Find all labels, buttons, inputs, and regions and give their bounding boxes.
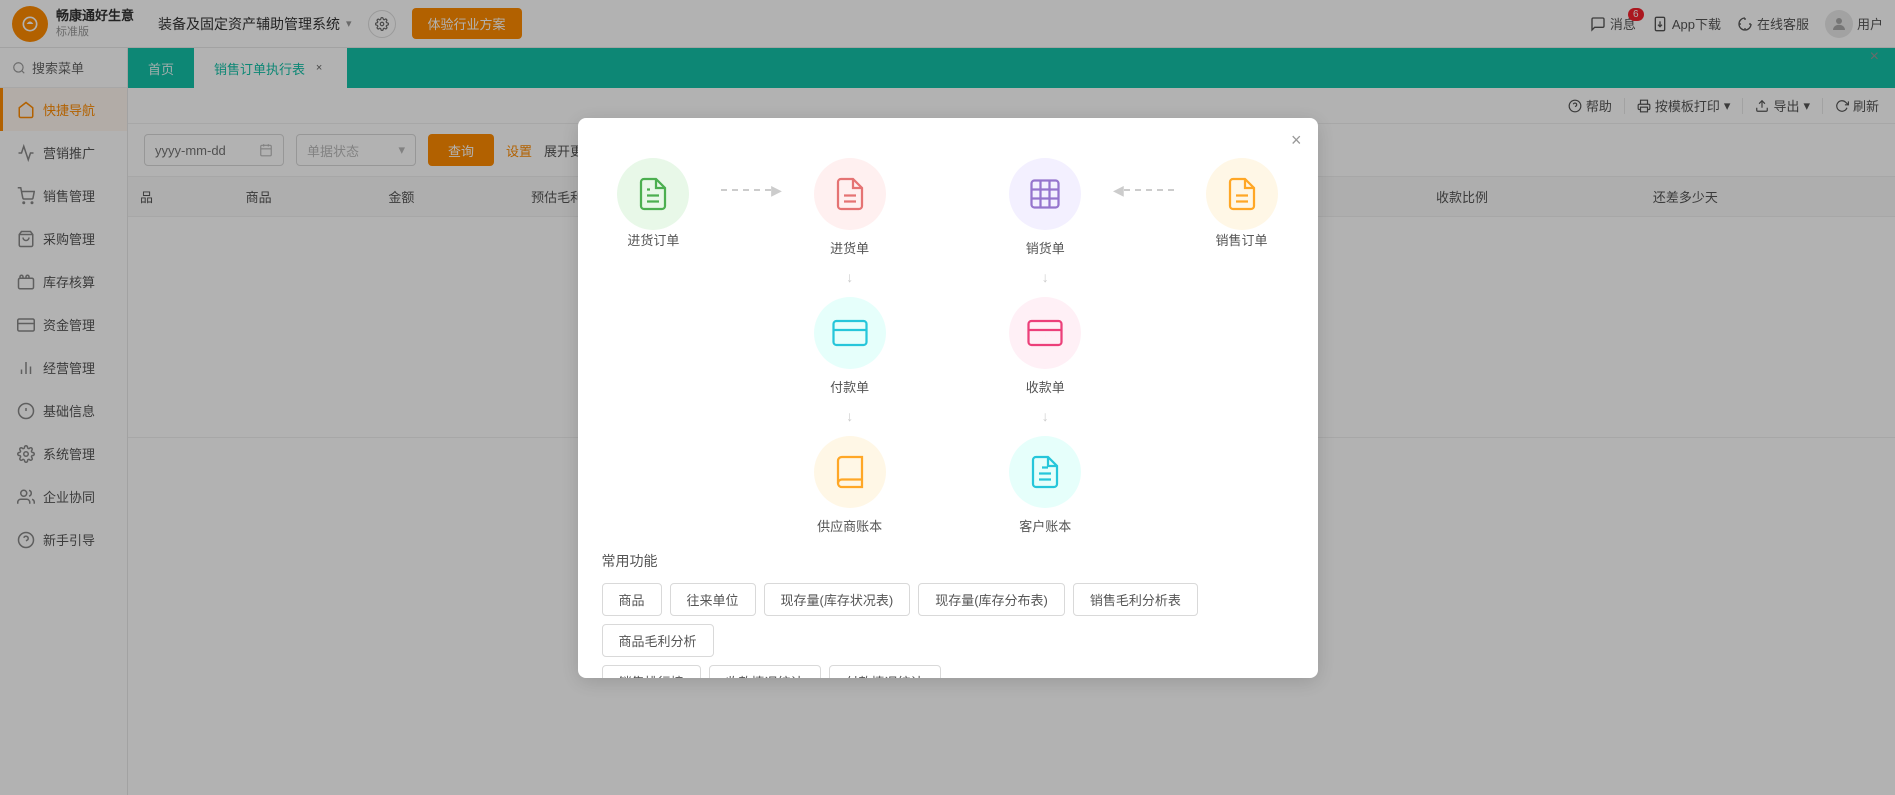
customer-ledger-label: 客户账本 bbox=[1019, 516, 1071, 535]
flow-node-receipt: 收款单 bbox=[1009, 297, 1081, 396]
func-btn-stock-status[interactable]: 现存量(库存状况表) bbox=[764, 583, 911, 616]
arrow-purchase-order-to-bill: ▶ bbox=[721, 182, 782, 199]
common-funcs-title: 常用功能 bbox=[602, 551, 1294, 571]
common-funcs-section: 常用功能 商品 往来单位 现存量(库存状况表) 现存量(库存分布表) 销售毛利分… bbox=[602, 543, 1294, 678]
func-btn-product-profit[interactable]: 商品毛利分析 bbox=[602, 624, 714, 657]
flow-node-purchase-order: 进货订单 bbox=[617, 158, 689, 249]
popup-close-button[interactable]: × bbox=[1291, 130, 1302, 151]
func-btn-stock-dist[interactable]: 现存量(库存分布表) bbox=[918, 583, 1065, 616]
sales-bill-circle[interactable] bbox=[1009, 158, 1081, 230]
purchase-bill-circle[interactable] bbox=[814, 158, 886, 230]
flow-node-sales-order: 销售订单 bbox=[1206, 158, 1278, 249]
flow-node-payment: 付款单 bbox=[814, 297, 886, 396]
flow-col-sales-bill: 销货单 ↓ 收款单 ↓ 客户账本 bbox=[1009, 158, 1081, 535]
sales-bill-label: 销货单 bbox=[1026, 238, 1065, 257]
func-btn-sales-profit[interactable]: 销售毛利分析表 bbox=[1073, 583, 1198, 616]
flow-node-customer-ledger: 客户账本 bbox=[1009, 436, 1081, 535]
receipt-circle[interactable] bbox=[1009, 297, 1081, 369]
supplier-ledger-circle[interactable] bbox=[814, 436, 886, 508]
arrow-down-supplier: ↓ bbox=[846, 408, 853, 424]
purchase-bill-label: 进货单 bbox=[830, 238, 869, 257]
func-buttons-row1: 商品 往来单位 现存量(库存状况表) 现存量(库存分布表) 销售毛利分析表 商品… bbox=[602, 583, 1294, 657]
purchase-order-circle[interactable] bbox=[617, 158, 689, 230]
arrow-down-customer: ↓ bbox=[1042, 408, 1049, 424]
func-btn-product[interactable]: 商品 bbox=[602, 583, 662, 616]
arrow-sales-order-to-bill: ◀ bbox=[1113, 182, 1174, 199]
func-btn-receipt-stats[interactable]: 收款情况统计 bbox=[709, 665, 821, 678]
arrow-down-receipt: ↓ bbox=[1042, 269, 1049, 285]
supplier-ledger-label: 供应商账本 bbox=[817, 516, 882, 535]
sales-order-circle[interactable] bbox=[1206, 158, 1278, 230]
popup-panel: × 进货订单 ▶ 进货单 bbox=[578, 118, 1318, 678]
flow-node-sales-bill: 销货单 bbox=[1009, 158, 1081, 257]
arrow-down-payment: ↓ bbox=[846, 269, 853, 285]
payment-circle[interactable] bbox=[814, 297, 886, 369]
receipt-label: 收款单 bbox=[1026, 377, 1065, 396]
payment-label: 付款单 bbox=[830, 377, 869, 396]
func-buttons-row2: 销售排行榜 收款情况统计 付款情况统计 bbox=[602, 665, 1294, 678]
flow-node-purchase-bill: 进货单 bbox=[814, 158, 886, 257]
purchase-order-label: 进货订单 bbox=[627, 230, 679, 249]
flow-col-purchase-bill: 进货单 ↓ 付款单 ↓ 供应商账本 bbox=[814, 158, 886, 535]
flow-node-supplier-ledger: 供应商账本 bbox=[814, 436, 886, 535]
customer-ledger-circle[interactable] bbox=[1009, 436, 1081, 508]
popup-overlay[interactable]: × 进货订单 ▶ 进货单 bbox=[0, 0, 1895, 795]
func-btn-partner[interactable]: 往来单位 bbox=[670, 583, 756, 616]
func-btn-payment-stats[interactable]: 付款情况统计 bbox=[829, 665, 941, 678]
sales-order-label: 销售订单 bbox=[1216, 230, 1268, 249]
func-btn-sales-rank[interactable]: 销售排行榜 bbox=[602, 665, 701, 678]
